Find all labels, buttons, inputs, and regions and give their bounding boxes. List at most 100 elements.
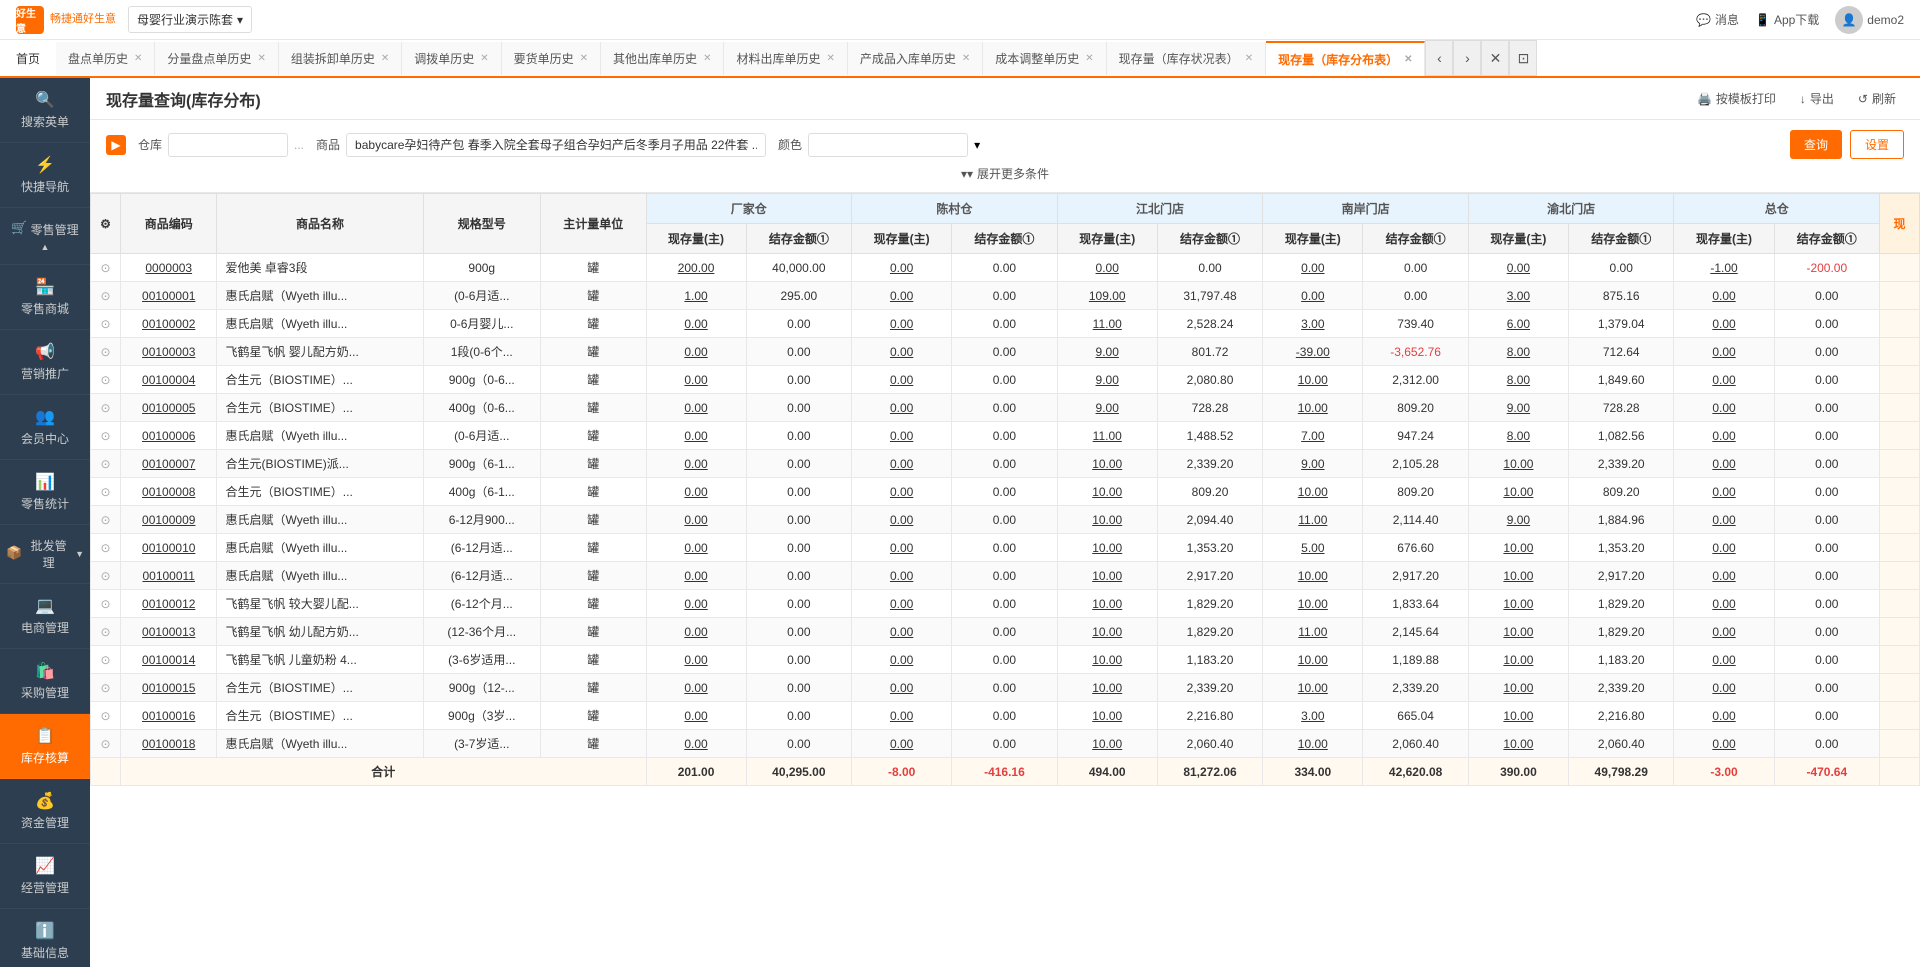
td-wh-3-stock[interactable]: 10.00: [1263, 394, 1363, 422]
tab-flpddl-close[interactable]: ✕: [257, 53, 265, 64]
search-btn[interactable]: 查询: [1790, 130, 1842, 159]
td-wh-0-stock[interactable]: 0.00: [646, 506, 746, 534]
td-wh-3-stock[interactable]: 10.00: [1263, 562, 1363, 590]
td-wh-3-stock[interactable]: 10.00: [1263, 478, 1363, 506]
td-wh-2-stock[interactable]: 11.00: [1057, 422, 1157, 450]
td-wh-2-stock[interactable]: 11.00: [1057, 310, 1157, 338]
td-wh-1-stock[interactable]: 0.00: [852, 618, 952, 646]
td-wh-4-stock[interactable]: 6.00: [1468, 310, 1568, 338]
td-wh-4-stock[interactable]: 8.00: [1468, 366, 1568, 394]
td-total-stock[interactable]: 0.00: [1674, 702, 1774, 730]
td-code[interactable]: 00100003: [121, 338, 217, 366]
td-wh-2-stock[interactable]: 10.00: [1057, 534, 1157, 562]
td-wh-0-stock[interactable]: 200.00: [646, 254, 746, 282]
td-wh-1-stock[interactable]: 0.00: [852, 730, 952, 758]
td-wh-1-stock[interactable]: 0.00: [852, 590, 952, 618]
td-wh-4-stock[interactable]: 10.00: [1468, 534, 1568, 562]
td-wh-2-stock[interactable]: 9.00: [1057, 338, 1157, 366]
td-total-stock[interactable]: 0.00: [1674, 310, 1774, 338]
goods-input[interactable]: [346, 133, 766, 157]
tab-tbbos-close[interactable]: ✕: [480, 53, 488, 64]
filter-expand[interactable]: ▾▾ 展开更多条件: [106, 165, 1904, 182]
td-wh-4-stock[interactable]: 9.00: [1468, 506, 1568, 534]
sidebar-item-nav[interactable]: ⚡ 快捷导航: [0, 143, 90, 208]
td-code[interactable]: 00100001: [121, 282, 217, 310]
tab-zzcc-close[interactable]: ✕: [381, 53, 389, 64]
tab-flpddl[interactable]: 分量盘点单历史 ✕: [155, 42, 278, 75]
tab-xczl-kcfb-close[interactable]: ✕: [1404, 54, 1412, 65]
td-code[interactable]: 0000003: [121, 254, 217, 282]
td-code[interactable]: 00100013: [121, 618, 217, 646]
tab-home[interactable]: 首页: [0, 42, 56, 75]
td-wh-3-stock[interactable]: 11.00: [1263, 506, 1363, 534]
td-code[interactable]: 00100010: [121, 534, 217, 562]
sidebar-item-ecommerce[interactable]: 💻 电商管理: [0, 584, 90, 649]
td-wh-4-stock[interactable]: 8.00: [1468, 422, 1568, 450]
sidebar-item-basic-info[interactable]: ℹ️ 基础信息: [0, 909, 90, 967]
td-wh-4-stock[interactable]: 10.00: [1468, 590, 1568, 618]
tab-clckd[interactable]: 材料出库单历史 ✕: [724, 42, 847, 75]
tab-close-all-btn[interactable]: ✕: [1481, 40, 1509, 76]
td-total-stock[interactable]: 0.00: [1674, 478, 1774, 506]
td-wh-3-stock[interactable]: 10.00: [1263, 590, 1363, 618]
td-wh-3-stock[interactable]: 3.00: [1263, 310, 1363, 338]
td-wh-0-stock[interactable]: 0.00: [646, 450, 746, 478]
td-wh-2-stock[interactable]: 10.00: [1057, 730, 1157, 758]
td-wh-3-stock[interactable]: 0.00: [1263, 282, 1363, 310]
td-wh-3-stock[interactable]: 3.00: [1263, 702, 1363, 730]
tab-pddl[interactable]: 盘点单历史 ✕: [56, 42, 155, 75]
td-wh-4-stock[interactable]: 3.00: [1468, 282, 1568, 310]
td-wh-2-stock[interactable]: 10.00: [1057, 618, 1157, 646]
td-wh-2-stock[interactable]: 10.00: [1057, 590, 1157, 618]
td-total-stock[interactable]: 0.00: [1674, 394, 1774, 422]
td-code[interactable]: 00100009: [121, 506, 217, 534]
tab-yhd[interactable]: 要货单历史 ✕: [502, 42, 601, 75]
sidebar-item-retail-mgmt[interactable]: 🛒 零售管理 ▲: [0, 208, 90, 265]
td-wh-0-stock[interactable]: 0.00: [646, 618, 746, 646]
td-wh-2-stock[interactable]: 109.00: [1057, 282, 1157, 310]
td-wh-3-stock[interactable]: -39.00: [1263, 338, 1363, 366]
td-wh-0-stock[interactable]: 0.00: [646, 590, 746, 618]
td-wh-2-stock[interactable]: 10.00: [1057, 562, 1157, 590]
td-total-stock[interactable]: 0.00: [1674, 674, 1774, 702]
sidebar-item-retail-stats[interactable]: 📊 零售统计: [0, 460, 90, 525]
td-wh-1-stock[interactable]: 0.00: [852, 422, 952, 450]
td-code[interactable]: 00100011: [121, 562, 217, 590]
td-wh-1-stock[interactable]: 0.00: [852, 646, 952, 674]
td-wh-1-stock[interactable]: 0.00: [852, 506, 952, 534]
td-total-stock[interactable]: 0.00: [1674, 590, 1774, 618]
sidebar-item-finance[interactable]: 💰 资金管理: [0, 779, 90, 844]
tab-xczl-kcqk-close[interactable]: ✕: [1245, 53, 1253, 64]
td-wh-0-stock[interactable]: 1.00: [646, 282, 746, 310]
td-wh-2-stock[interactable]: 10.00: [1057, 478, 1157, 506]
print-btn[interactable]: 🖨️ 按模板打印: [1689, 86, 1784, 111]
td-total-stock[interactable]: 0.00: [1674, 646, 1774, 674]
sidebar-item-marketing[interactable]: 📢 营销推广: [0, 330, 90, 395]
td-wh-2-stock[interactable]: 10.00: [1057, 450, 1157, 478]
td-wh-4-stock[interactable]: 10.00: [1468, 478, 1568, 506]
tab-expand-btn[interactable]: ⊡: [1509, 40, 1537, 76]
sidebar-item-search[interactable]: 🔍 搜索英单: [0, 78, 90, 143]
td-wh-1-stock[interactable]: 0.00: [852, 338, 952, 366]
td-wh-4-stock[interactable]: 10.00: [1468, 562, 1568, 590]
tab-ccrk[interactable]: 产成品入库单历史 ✕: [848, 42, 983, 75]
td-wh-2-stock[interactable]: 10.00: [1057, 674, 1157, 702]
sidebar-item-wholesale[interactable]: 📦 批发管理 ▼: [0, 525, 90, 584]
refresh-btn[interactable]: ↺ 刷新: [1850, 86, 1904, 111]
td-total-stock[interactable]: 0.00: [1674, 618, 1774, 646]
td-wh-4-stock[interactable]: 10.00: [1468, 730, 1568, 758]
td-wh-0-stock[interactable]: 0.00: [646, 394, 746, 422]
tab-next-btn[interactable]: ›: [1453, 40, 1481, 76]
warehouse-input[interactable]: [168, 133, 288, 157]
td-wh-4-stock[interactable]: 10.00: [1468, 674, 1568, 702]
td-wh-0-stock[interactable]: 0.00: [646, 562, 746, 590]
setting-btn[interactable]: 设置: [1850, 130, 1904, 159]
td-total-stock[interactable]: -1.00: [1674, 254, 1774, 282]
td-wh-3-stock[interactable]: 10.00: [1263, 366, 1363, 394]
td-wh-2-stock[interactable]: 10.00: [1057, 702, 1157, 730]
tab-qtckd-close[interactable]: ✕: [703, 53, 711, 64]
td-wh-3-stock[interactable]: 7.00: [1263, 422, 1363, 450]
export-btn[interactable]: ↓ 导出: [1792, 86, 1842, 111]
td-wh-2-stock[interactable]: 10.00: [1057, 646, 1157, 674]
sidebar-item-operation[interactable]: 📈 经营管理: [0, 844, 90, 909]
